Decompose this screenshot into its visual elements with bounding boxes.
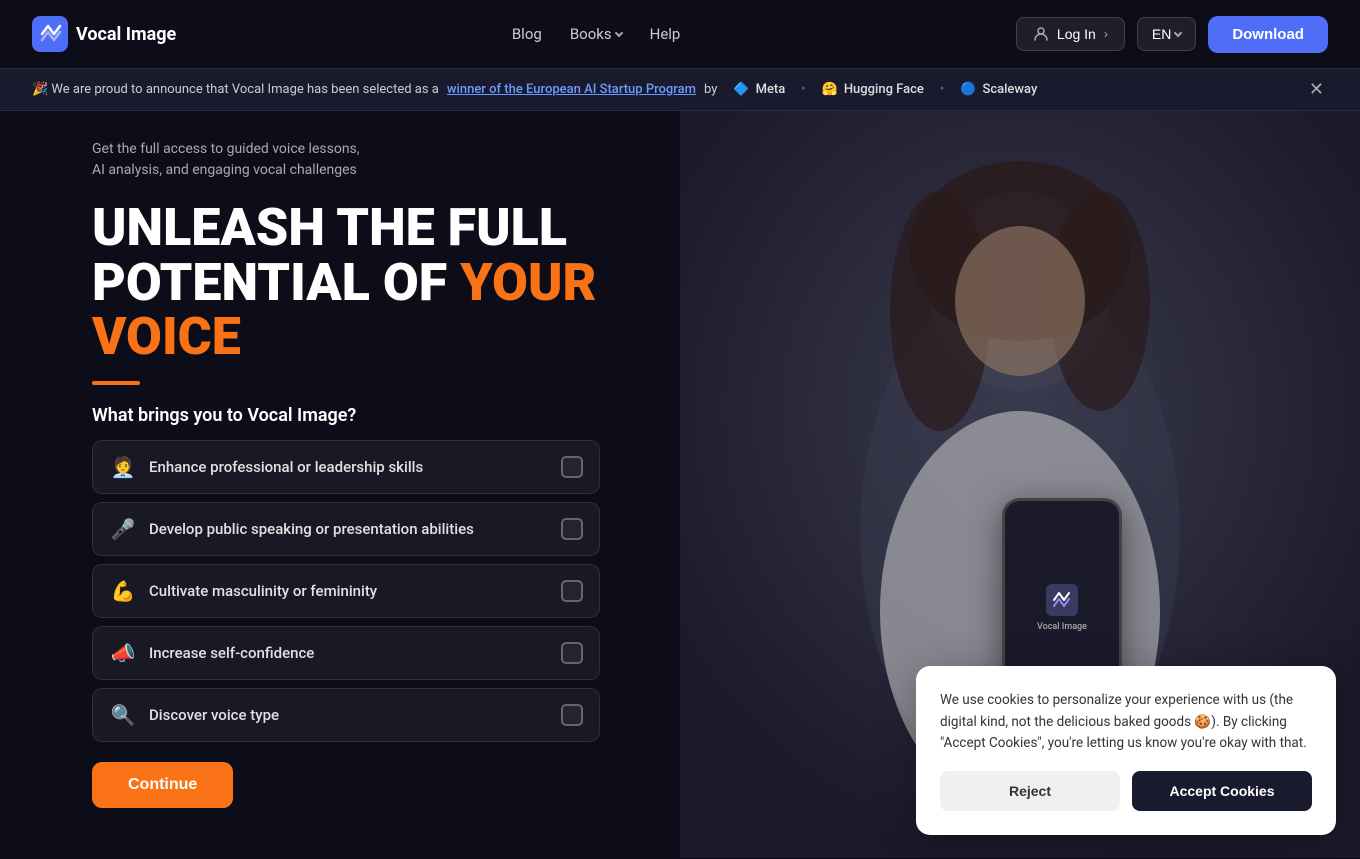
meta-emoji: 🔷 bbox=[733, 82, 749, 97]
logo[interactable]: Vocal Image bbox=[32, 16, 176, 52]
nav-blog[interactable]: Blog bbox=[512, 25, 542, 43]
continue-button[interactable]: Continue bbox=[92, 762, 233, 808]
option-left: 🔍 Discover voice type bbox=[109, 703, 279, 727]
speaking-emoji: 🎤 bbox=[109, 517, 137, 541]
partner-scaleway: 🔵 Scaleway bbox=[960, 82, 1037, 97]
accept-cookies-button[interactable]: Accept Cookies bbox=[1132, 771, 1312, 811]
option-label-voice-type: Discover voice type bbox=[149, 706, 279, 724]
option-voice-type[interactable]: 🔍 Discover voice type bbox=[92, 688, 600, 742]
option-checkbox-speaking[interactable] bbox=[561, 518, 583, 540]
person-icon bbox=[1033, 26, 1049, 42]
option-checkbox-voice-type[interactable] bbox=[561, 704, 583, 726]
scaleway-emoji: 🔵 bbox=[960, 82, 976, 97]
option-label-masculinity: Cultivate masculinity or femininity bbox=[149, 582, 377, 600]
voice-type-emoji: 🔍 bbox=[109, 703, 137, 727]
login-arrow-icon: › bbox=[1104, 27, 1108, 41]
option-left: 🧑‍💼 Enhance professional or leadership s… bbox=[109, 455, 423, 479]
close-announcement-button[interactable]: ✕ bbox=[1305, 79, 1328, 100]
left-panel: Get the full access to guided voice less… bbox=[0, 111, 680, 858]
logo-text: Vocal Image bbox=[76, 24, 176, 45]
leadership-emoji: 🧑‍💼 bbox=[109, 455, 137, 479]
hero-title: UNLEASH THE FULL POTENTIAL OF YOUR VOICE bbox=[92, 201, 600, 365]
option-checkbox-masculinity[interactable] bbox=[561, 580, 583, 602]
cookie-banner: We use cookies to personalize your exper… bbox=[916, 666, 1336, 835]
language-selector[interactable]: EN bbox=[1137, 17, 1196, 51]
partners-list: 🔷 Meta • 🤗 Hugging Face • 🔵 Scaleway bbox=[733, 82, 1037, 97]
chevron-down-icon bbox=[614, 28, 622, 36]
reject-button[interactable]: Reject bbox=[940, 771, 1120, 811]
option-left: 🎤 Develop public speaking or presentatio… bbox=[109, 517, 474, 541]
title-divider bbox=[92, 381, 140, 385]
lang-chevron-icon bbox=[1174, 28, 1182, 36]
option-speaking[interactable]: 🎤 Develop public speaking or presentatio… bbox=[92, 502, 600, 556]
partner-meta: 🔷 Meta bbox=[733, 82, 785, 97]
announcement-content: 🎉 We are proud to announce that Vocal Im… bbox=[32, 82, 1305, 97]
huggingface-emoji: 🤗 bbox=[822, 82, 838, 97]
phone-screen: Vocal Image bbox=[1037, 584, 1087, 632]
phone-logo-icon bbox=[1046, 584, 1078, 616]
option-confidence[interactable]: 📣 Increase self-confidence bbox=[92, 626, 600, 680]
masculinity-emoji: 💪 bbox=[109, 579, 137, 603]
nav-right: Log In › EN Download bbox=[1016, 16, 1328, 53]
confidence-emoji: 📣 bbox=[109, 641, 137, 665]
option-leadership[interactable]: 🧑‍💼 Enhance professional or leadership s… bbox=[92, 440, 600, 494]
option-left: 📣 Increase self-confidence bbox=[109, 641, 314, 665]
nav-links: Blog Books Help bbox=[512, 25, 681, 43]
cookie-text: We use cookies to personalize your exper… bbox=[940, 690, 1312, 755]
announcement-link[interactable]: winner of the European AI Startup Progra… bbox=[447, 82, 696, 97]
announcement-text: 🎉 We are proud to announce that Vocal Im… bbox=[32, 82, 439, 97]
separator-1: • bbox=[801, 82, 805, 97]
option-checkbox-confidence[interactable] bbox=[561, 642, 583, 664]
option-label-speaking: Develop public speaking or presentation … bbox=[149, 520, 474, 538]
options-list: 🧑‍💼 Enhance professional or leadership s… bbox=[92, 440, 600, 742]
hero-subtitle: Get the full access to guided voice less… bbox=[92, 139, 600, 181]
option-left: 💪 Cultivate masculinity or femininity bbox=[109, 579, 377, 603]
separator-2: • bbox=[940, 82, 944, 97]
announcement-by: by bbox=[704, 82, 717, 97]
option-label-leadership: Enhance professional or leadership skill… bbox=[149, 458, 423, 476]
login-button[interactable]: Log In › bbox=[1016, 17, 1125, 51]
question-label: What brings you to Vocal Image? bbox=[92, 405, 600, 426]
cookie-actions: Reject Accept Cookies bbox=[940, 771, 1312, 811]
announcement-bar: 🎉 We are proud to announce that Vocal Im… bbox=[0, 68, 1360, 111]
option-checkbox-leadership[interactable] bbox=[561, 456, 583, 478]
option-masculinity[interactable]: 💪 Cultivate masculinity or femininity bbox=[92, 564, 600, 618]
option-label-confidence: Increase self-confidence bbox=[149, 644, 314, 662]
partner-huggingface: 🤗 Hugging Face bbox=[822, 82, 924, 97]
phone-app-name: Vocal Image bbox=[1037, 622, 1087, 632]
download-button[interactable]: Download bbox=[1208, 16, 1328, 53]
nav-help[interactable]: Help bbox=[650, 25, 681, 43]
logo-icon bbox=[32, 16, 68, 52]
nav-books[interactable]: Books bbox=[570, 25, 622, 43]
navbar: Vocal Image Blog Books Help Log In › EN … bbox=[0, 0, 1360, 68]
